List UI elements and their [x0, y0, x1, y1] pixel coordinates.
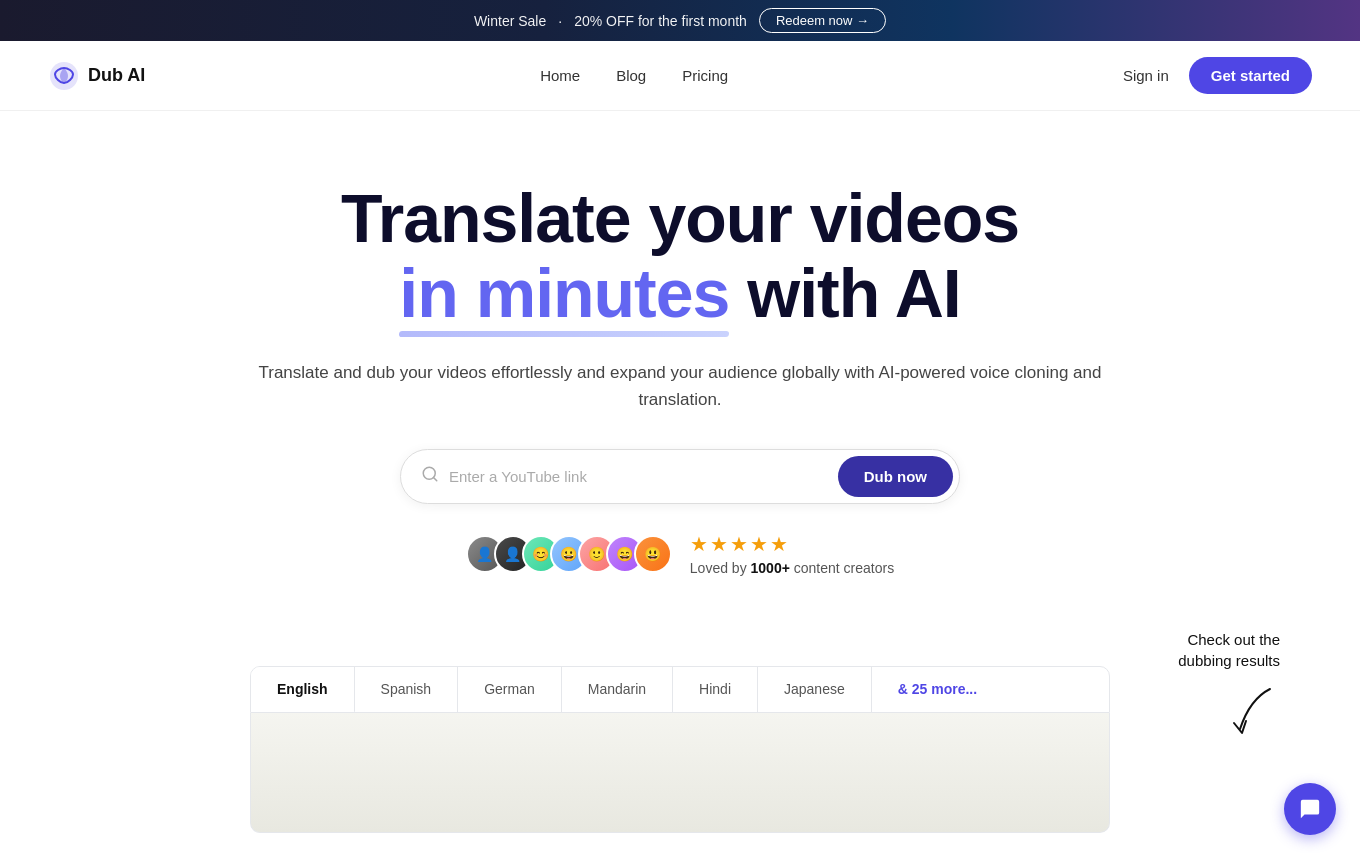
- loved-prefix: Loved by: [690, 560, 751, 576]
- chat-button[interactable]: [1284, 783, 1336, 833]
- star-rating: ★★★★★: [690, 532, 894, 556]
- language-tabs: English Spanish German Mandarin Hindi Ja…: [250, 666, 1110, 713]
- tab-japanese[interactable]: Japanese: [758, 667, 872, 712]
- navbar: Dub AI Home Blog Pricing Sign in Get sta…: [0, 41, 1360, 111]
- hero-title-line1: Translate your videos: [341, 180, 1019, 256]
- tab-german[interactable]: German: [458, 667, 562, 712]
- svg-line-2: [433, 477, 436, 480]
- nav-pricing[interactable]: Pricing: [682, 67, 728, 84]
- tab-content-area: [250, 713, 1110, 833]
- search-bar: Dub now: [400, 449, 960, 504]
- nav-home[interactable]: Home: [540, 67, 580, 84]
- logo[interactable]: Dub AI: [48, 60, 145, 92]
- nav-links: Home Blog Pricing: [540, 67, 728, 85]
- annotation-line2: dubbing results: [1178, 652, 1280, 669]
- tab-more[interactable]: & 25 more...: [872, 667, 1003, 712]
- chat-icon: [1299, 798, 1321, 820]
- search-bar-wrapper: Dub now: [250, 449, 1110, 504]
- logo-text: Dub AI: [88, 65, 145, 86]
- tab-hindi[interactable]: Hindi: [673, 667, 758, 712]
- top-banner: Winter Sale · 20% OFF for the first mont…: [0, 0, 1360, 41]
- hero-title-rest: with AI: [729, 255, 960, 331]
- redeem-button[interactable]: Redeem now →: [759, 8, 886, 33]
- search-icon: [421, 465, 439, 488]
- nav-blog[interactable]: Blog: [616, 67, 646, 84]
- loved-count: 1000+: [751, 560, 790, 576]
- tab-mandarin[interactable]: Mandarin: [562, 667, 673, 712]
- sign-in-button[interactable]: Sign in: [1123, 67, 1169, 84]
- hero-title: Translate your videos in minutes with AI: [250, 181, 1110, 331]
- avatar: 😃: [634, 535, 672, 573]
- avatar-group: 👤 👤 😊 😀 🙂 😄 😃: [466, 535, 672, 573]
- banner-separator: ·: [558, 13, 562, 29]
- tab-english[interactable]: English: [251, 667, 355, 713]
- nav-right: Sign in Get started: [1123, 57, 1312, 94]
- loved-text: Loved by 1000+ content creators: [690, 560, 894, 576]
- dub-now-button[interactable]: Dub now: [838, 456, 953, 497]
- hero-section: Translate your videos in minutes with AI…: [230, 111, 1130, 616]
- annotation: Check out the dubbing results: [1178, 629, 1280, 739]
- youtube-link-input[interactable]: [449, 468, 838, 485]
- social-proof: 👤 👤 😊 😀 🙂 😄 😃 ★★★★★ Loved by 1000+ conte…: [250, 532, 1110, 576]
- banner-offer: 20% OFF for the first month: [574, 13, 747, 29]
- hero-title-accent: in minutes: [399, 256, 729, 331]
- tab-spanish[interactable]: Spanish: [355, 667, 459, 712]
- get-started-button[interactable]: Get started: [1189, 57, 1312, 94]
- logo-icon: [48, 60, 80, 92]
- annotation-line1: Check out the: [1187, 631, 1280, 648]
- hero-subtitle: Translate and dub your videos effortless…: [250, 359, 1110, 413]
- loved-suffix: content creators: [790, 560, 894, 576]
- sale-label: Winter Sale: [474, 13, 546, 29]
- annotation-arrow-icon: [1220, 679, 1280, 739]
- tabs-section: English Spanish German Mandarin Hindi Ja…: [230, 666, 1130, 833]
- social-proof-text: ★★★★★ Loved by 1000+ content creators: [690, 532, 894, 576]
